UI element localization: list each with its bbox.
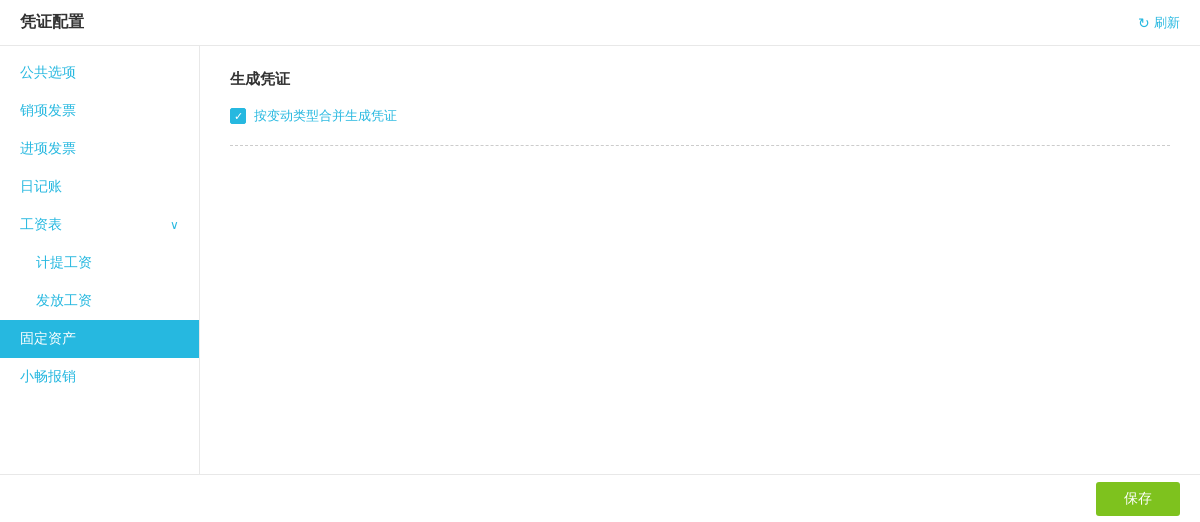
sidebar-item-fixed-assets[interactable]: 固定资产 <box>0 320 199 358</box>
merge-checkbox-label: 按变动类型合并生成凭证 <box>254 107 397 125</box>
sidebar-item-label: 进项发票 <box>20 140 76 158</box>
sidebar-item-sales-invoice[interactable]: 销项发票 <box>0 92 199 130</box>
sidebar-item-public-options[interactable]: 公共选项 <box>0 54 199 92</box>
sidebar-item-payroll-issue[interactable]: 发放工资 <box>0 282 199 320</box>
sidebar-item-label: 计提工资 <box>36 254 92 272</box>
sidebar-item-label: 小畅报销 <box>20 368 76 386</box>
sidebar-item-label: 发放工资 <box>36 292 92 310</box>
sidebar-item-label: 固定资产 <box>20 330 76 348</box>
page-footer: 保存 <box>0 474 1200 522</box>
refresh-button[interactable]: ↻ 刷新 <box>1138 14 1180 32</box>
chevron-down-icon: ∨ <box>170 218 179 232</box>
section-divider <box>230 145 1170 146</box>
checkmark-icon: ✓ <box>234 111 243 122</box>
sidebar-item-label: 公共选项 <box>20 64 76 82</box>
sidebar: 公共选项 销项发票 进项发票 日记账 工资表 ∨ 计提工资 发放工资 固定资产 … <box>0 46 200 474</box>
sidebar-item-expense[interactable]: 小畅报销 <box>0 358 199 396</box>
sidebar-item-commission[interactable]: 计提工资 <box>0 244 199 282</box>
sidebar-item-label: 销项发票 <box>20 102 76 120</box>
page-header: 凭证配置 ↻ 刷新 <box>0 0 1200 46</box>
refresh-label: 刷新 <box>1154 14 1180 32</box>
sidebar-item-payroll[interactable]: 工资表 ∨ <box>0 206 199 244</box>
sidebar-item-purchase-invoice[interactable]: 进项发票 <box>0 130 199 168</box>
page-title: 凭证配置 <box>20 12 84 33</box>
sidebar-item-journal[interactable]: 日记账 <box>0 168 199 206</box>
sidebar-item-label: 工资表 <box>20 216 62 234</box>
main-layout: 公共选项 销项发票 进项发票 日记账 工资表 ∨ 计提工资 发放工资 固定资产 … <box>0 46 1200 474</box>
main-content: 生成凭证 ✓ 按变动类型合并生成凭证 <box>200 46 1200 474</box>
save-button[interactable]: 保存 <box>1096 482 1180 516</box>
merge-checkbox-row: ✓ 按变动类型合并生成凭证 <box>230 107 1170 125</box>
merge-checkbox[interactable]: ✓ <box>230 108 246 124</box>
refresh-icon: ↻ <box>1138 15 1150 31</box>
sidebar-item-label: 日记账 <box>20 178 62 196</box>
section-title: 生成凭证 <box>230 70 1170 89</box>
